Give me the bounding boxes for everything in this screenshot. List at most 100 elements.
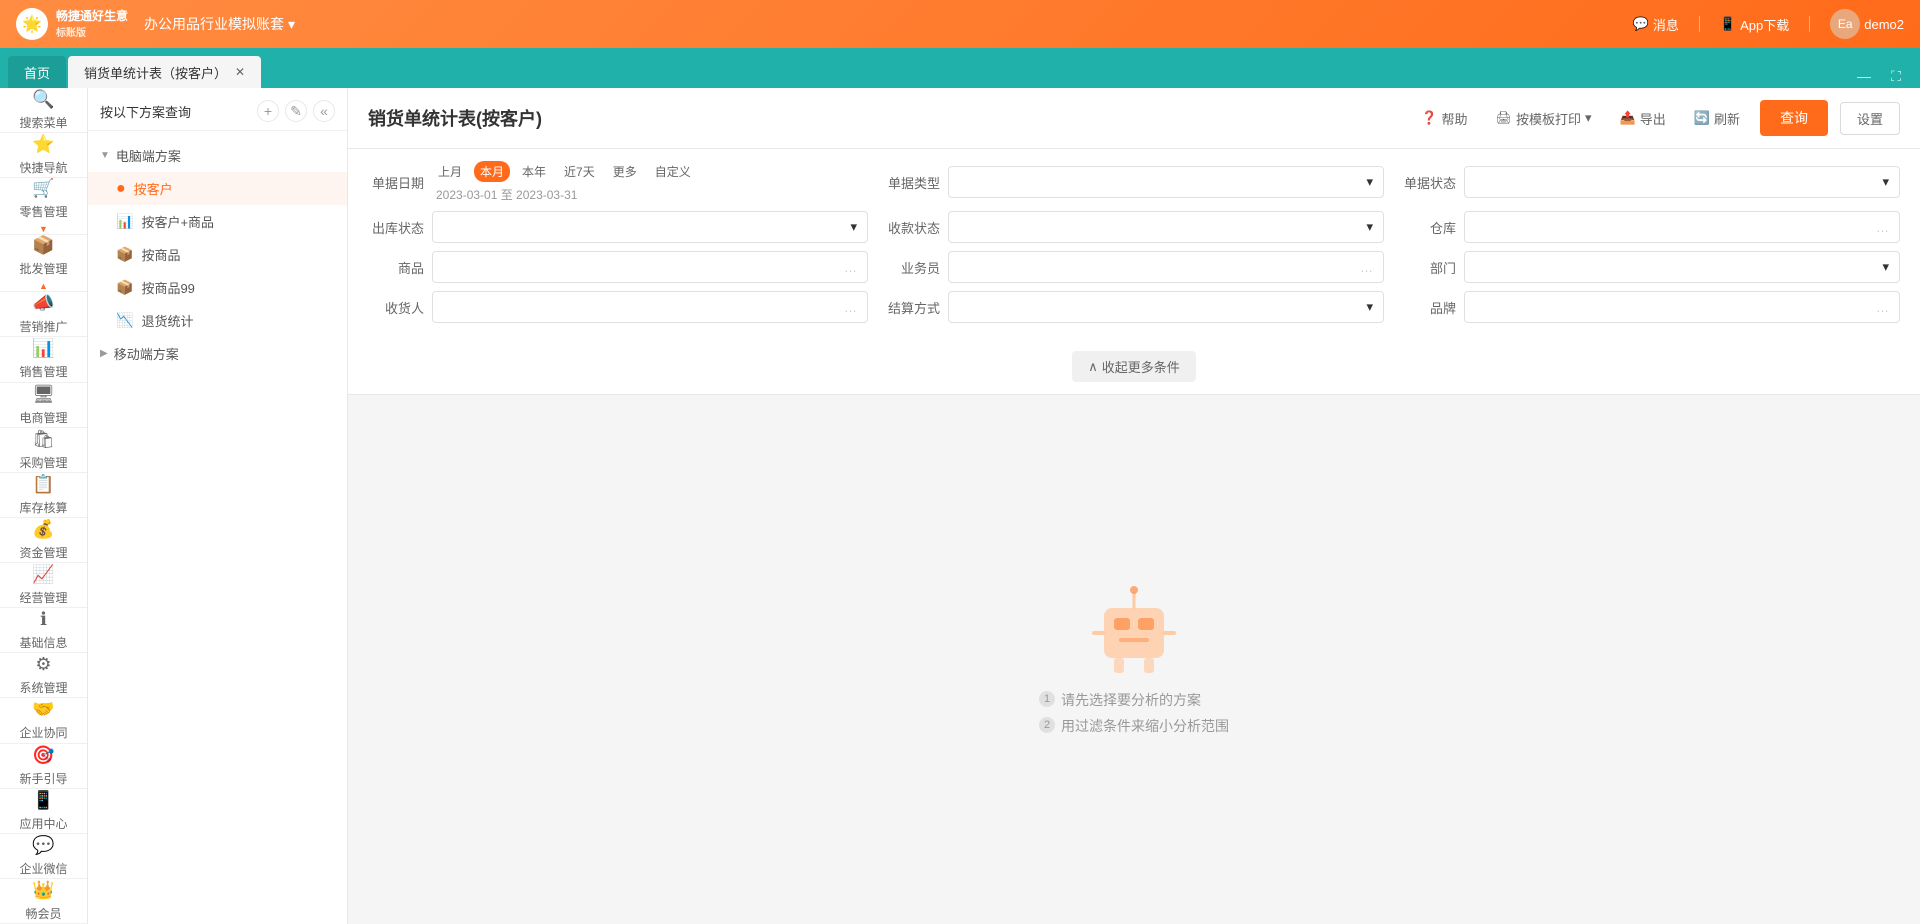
sidebar-item-ecommerce[interactable]: 🖥 电商管理	[0, 383, 87, 428]
enterprise-icon: 🤝	[32, 699, 54, 720]
window-minimize-btn[interactable]: —	[1852, 64, 1876, 88]
date-this-year[interactable]: 本年	[516, 161, 552, 182]
sidebar-item-basic[interactable]: ℹ 基础信息	[0, 608, 87, 653]
brand-input[interactable]: …	[1464, 291, 1900, 323]
department-input[interactable]: ▾	[1464, 251, 1900, 283]
tree-item-by-goods99[interactable]: 📦 按商品99	[88, 271, 347, 304]
department-label: 部门	[1400, 258, 1456, 277]
help-btn[interactable]: ❓ 帮助	[1413, 105, 1475, 132]
export-btn[interactable]: 📤 导出	[1612, 105, 1674, 132]
date-this-month[interactable]: 本月	[474, 161, 510, 182]
sidebar-item-appcenter[interactable]: 📱 应用中心	[0, 789, 87, 834]
tab-close-icon[interactable]: ✕	[235, 65, 245, 79]
print-icon: 🖨	[1496, 110, 1513, 126]
app-selector[interactable]: 办公用品行业模拟账套 ▾	[128, 14, 1633, 34]
date-last-month[interactable]: 上月	[432, 161, 468, 182]
tree-item-by-goods[interactable]: 📦 按商品	[88, 238, 347, 271]
settings-button[interactable]: 设置	[1840, 102, 1900, 135]
logo-text: 畅捷通好生意	[56, 9, 128, 23]
tree-item-by-customer-goods[interactable]: 📊 按客户+商品	[88, 205, 347, 238]
sidebar-item-search[interactable]: 🔍 搜索菜单	[0, 88, 87, 133]
filter-outstatus-item: 出库状态 ▾	[368, 211, 868, 243]
payment-input[interactable]: ▾	[948, 291, 1384, 323]
window-maximize-btn[interactable]: ⛶	[1884, 64, 1908, 88]
divider1	[1699, 16, 1700, 32]
tree-item-return-stats[interactable]: 📉 退货统计	[88, 304, 347, 337]
collapse-row: ∧ 收起更多条件	[348, 335, 1920, 394]
sidebar-item-inventory[interactable]: 📋 库存核算	[0, 473, 87, 518]
sidebar-item-purchase[interactable]: 🛍 采购管理	[0, 428, 87, 473]
sidebar-item-marketing[interactable]: 📣 营销推广	[0, 292, 87, 337]
app-selector-text: 办公用品行业模拟账套	[144, 14, 284, 34]
message-btn[interactable]: 💬 消息	[1633, 15, 1679, 34]
inventory-icon: 📋	[32, 474, 54, 495]
date-more[interactable]: 更多	[607, 161, 643, 182]
user-area[interactable]: Ea demo2	[1830, 9, 1904, 39]
filter-row-3: 商品 … 业务员 … 部门 ▾	[348, 251, 1920, 295]
sidebar-item-finance[interactable]: 💰 资金管理	[0, 518, 87, 563]
retail-icon: 🛒	[32, 178, 54, 199]
sidebar-item-retail[interactable]: 🛒 零售管理 ▼	[0, 178, 87, 235]
tree-group-pc[interactable]: ▼ 电脑端方案	[88, 139, 347, 172]
docstatus-input[interactable]: ▾	[1464, 166, 1900, 198]
tree-group-mobile[interactable]: ▶ 移动端方案	[88, 337, 347, 370]
return-stats-icon: 📉	[116, 312, 133, 329]
user-name: demo2	[1864, 17, 1904, 32]
tree-item-by-customer[interactable]: ● 按客户	[88, 172, 347, 205]
collapse-more-btn[interactable]: ∧ 收起更多条件	[1072, 351, 1196, 382]
consignee-input[interactable]: …	[432, 291, 868, 323]
sidebar-item-newguide-label: 新手引导	[19, 770, 67, 787]
tab-sales-stats[interactable]: 销货单统计表（按客户） ✕	[68, 56, 261, 88]
goods-input[interactable]: …	[432, 251, 868, 283]
refresh-label: 刷新	[1714, 109, 1740, 128]
salesman-input[interactable]: …	[948, 251, 1384, 283]
docstatus-label: 单据状态	[1400, 173, 1456, 192]
date-7days[interactable]: 近7天	[558, 161, 601, 182]
sidebar-item-appcenter-label: 应用中心	[19, 815, 67, 832]
sidebar-item-sales[interactable]: 📊 销售管理	[0, 337, 87, 382]
sidebar-item-newguide[interactable]: 🎯 新手引导	[0, 744, 87, 789]
export-label: 导出	[1640, 109, 1666, 128]
sidebar-item-system-label: 系统管理	[19, 679, 67, 696]
sidebar-item-member-label: 畅会员	[25, 905, 61, 922]
refresh-btn[interactable]: 🔄 刷新	[1686, 105, 1748, 132]
divider2	[1809, 16, 1810, 32]
sidebar-item-system[interactable]: ⚙ 系统管理	[0, 653, 87, 698]
add-scheme-btn[interactable]: +	[257, 100, 279, 122]
sidebar-item-business[interactable]: 📈 经营管理	[0, 563, 87, 608]
sidebar-item-member[interactable]: 👑 畅会员	[0, 879, 87, 924]
date-custom[interactable]: 自定义	[649, 161, 697, 182]
doctype-label: 单据类型	[884, 173, 940, 192]
sidebar-item-weixin[interactable]: 💬 企业微信	[0, 834, 87, 879]
filter-receiptstatus-item: 收款状态 ▾	[884, 211, 1384, 243]
filter-row-2: 出库状态 ▾ 收款状态 ▾ 仓库 …	[348, 211, 1920, 255]
sidebar-item-weixin-label: 企业微信	[19, 860, 67, 877]
empty-tip-1: 1 请先选择要分析的方案	[1039, 690, 1229, 710]
template-print-label: 按模板打印	[1516, 109, 1581, 128]
query-button[interactable]: 查询	[1760, 100, 1828, 136]
app-selector-arrow: ▾	[288, 16, 295, 33]
filter-row-4: 收货人 … 结算方式 ▾ 品牌 …	[348, 291, 1920, 335]
sidebar-item-wholesale[interactable]: 📦 批发管理 ▲	[0, 235, 87, 292]
edit-scheme-btn[interactable]: ✎	[285, 100, 307, 122]
collapse-panel-btn[interactable]: «	[313, 100, 335, 122]
filter-doctype-item: 单据类型 ▾	[884, 161, 1384, 203]
template-print-btn[interactable]: 🖨 按模板打印 ▾	[1488, 105, 1600, 132]
sidebar-item-quicknav[interactable]: ⭐ 快捷导航	[0, 133, 87, 178]
pc-group-label: 电脑端方案	[116, 146, 181, 165]
warehouse-input[interactable]: …	[1464, 211, 1900, 243]
docstatus-arrow: ▾	[1882, 174, 1889, 190]
retail-arrow: ▼	[39, 224, 48, 234]
receiptstatus-arrow: ▾	[1366, 219, 1373, 235]
filter-row-1: 单据日期 上月 本月 本年 近7天 更多 自定义 2023-03-01 至 20…	[348, 149, 1920, 215]
mobile-group-arrow: ▶	[100, 348, 108, 359]
tab-home[interactable]: 首页	[8, 56, 66, 88]
receiptstatus-input[interactable]: ▾	[948, 211, 1384, 243]
weixin-icon: 💬	[32, 835, 54, 856]
by-goods99-icon: 📦	[116, 279, 133, 296]
outstatus-input[interactable]: ▾	[432, 211, 868, 243]
app-download-btn[interactable]: 📱 App下载	[1720, 15, 1789, 34]
doctype-input[interactable]: ▾	[948, 166, 1384, 198]
help-icon: ❓	[1421, 110, 1437, 126]
sidebar-item-enterprise[interactable]: 🤝 企业协同	[0, 698, 87, 743]
